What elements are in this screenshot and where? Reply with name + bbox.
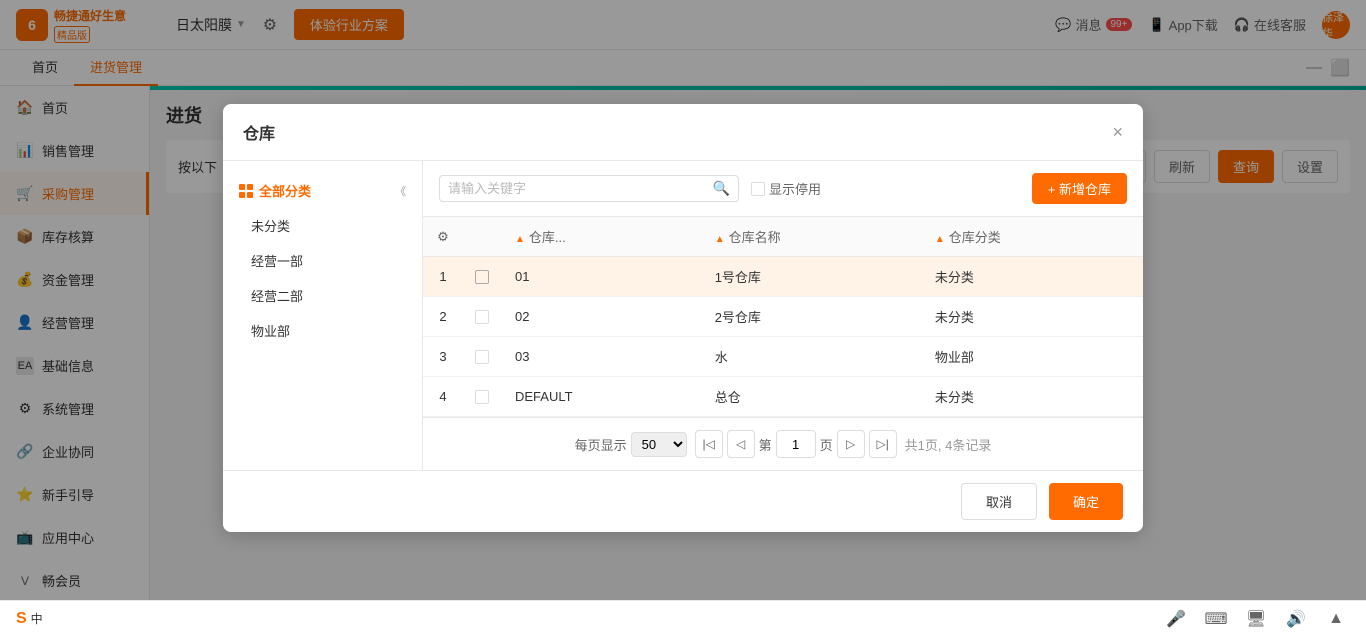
last-page-btn[interactable]: ▷| <box>869 430 897 458</box>
sort-icon-name: ▲ <box>715 234 725 245</box>
all-categories-header[interactable]: 全部分类 《 <box>223 173 422 208</box>
cell-name-3: 水 <box>703 337 923 377</box>
warehouse-dialog: 仓库 × 全部分类 《 未分类 <box>223 104 1143 532</box>
dialog-close-button[interactable]: × <box>1112 122 1123 143</box>
cell-num-4: 4 <box>423 377 463 417</box>
volume-icon[interactable]: 🔊 <box>1282 605 1310 633</box>
category-item-2[interactable]: 经营二部 <box>223 278 422 313</box>
page-size-selector: 每页显示 10 20 50 100 <box>575 432 687 457</box>
cell-check-3[interactable] <box>463 337 503 377</box>
cancel-button[interactable]: 取消 <box>961 483 1037 520</box>
cell-category-3: 物业部 <box>923 337 1143 377</box>
bottom-logo: S 中 <box>16 610 43 628</box>
prev-page-btn[interactable]: ◁ <box>727 430 755 458</box>
bottombar: S 中 🎤 ⌨ 🖥 🔊 ▲ <box>0 600 1366 636</box>
cell-name-4: 总仓 <box>703 377 923 417</box>
category-item-0[interactable]: 未分类 <box>223 208 422 243</box>
dialog-footer: 取消 确定 <box>223 470 1143 532</box>
total-info: 共1页, 4条记录 <box>905 435 992 454</box>
cell-code-1: 01 <box>503 257 703 297</box>
cell-category-1: 未分类 <box>923 257 1143 297</box>
search-box: 🔍 <box>439 175 739 202</box>
sort-icon-category: ▲ <box>935 234 945 245</box>
page-number-input[interactable] <box>776 430 816 458</box>
show-disabled-check[interactable] <box>751 182 765 196</box>
table-row[interactable]: 3 03 水 物业部 <box>423 337 1143 377</box>
dialog-body: 全部分类 《 未分类 经营一部 经营二部 物业部 <box>223 161 1143 470</box>
th-category[interactable]: ▲仓库分类 <box>923 217 1143 257</box>
search-icon[interactable]: 🔍 <box>713 180 730 197</box>
table-row[interactable]: 1 01 1号仓库 未分类 <box>423 257 1143 297</box>
table-row[interactable]: 2 02 2号仓库 未分类 <box>423 297 1143 337</box>
cell-num-1: 1 <box>423 257 463 297</box>
cell-category-2: 未分类 <box>923 297 1143 337</box>
next-page-btn[interactable]: ▷ <box>837 430 865 458</box>
display-icon[interactable]: 🖥 <box>1242 605 1270 633</box>
cell-code-2: 02 <box>503 297 703 337</box>
first-page-btn[interactable]: |◁ <box>695 430 723 458</box>
th-code[interactable]: ▲仓库... <box>503 217 703 257</box>
page-size-select[interactable]: 10 20 50 100 <box>631 432 687 457</box>
show-disabled-checkbox[interactable]: 显示停用 <box>751 179 821 198</box>
sort-icon-code: ▲ <box>515 234 525 245</box>
modal-overlay: 仓库 × 全部分类 《 未分类 <box>0 0 1366 636</box>
cell-check-1[interactable] <box>463 257 503 297</box>
page-nav: |◁ ◁ 第 页 ▷ ▷| <box>695 430 897 458</box>
cell-num-3: 3 <box>423 337 463 377</box>
cell-name-1: 1号仓库 <box>703 257 923 297</box>
sidebar-collapse-icon[interactable]: 《 <box>395 183 406 199</box>
th-checkbox <box>463 217 503 257</box>
table-header-row: ⚙ ▲仓库... ▲仓库名称 ▲仓库分类 <box>423 217 1143 257</box>
dialog-header: 仓库 × <box>223 104 1143 161</box>
pagination: 每页显示 10 20 50 100 |◁ ◁ 第 页 <box>423 417 1143 470</box>
cell-check-4[interactable] <box>463 377 503 417</box>
network-icon[interactable]: ▲ <box>1322 605 1350 633</box>
page-label: 第 <box>759 435 772 454</box>
add-warehouse-button[interactable]: + 新增仓库 <box>1032 173 1127 204</box>
category-item-3[interactable]: 物业部 <box>223 313 422 348</box>
cell-check-2[interactable] <box>463 297 503 337</box>
th-settings: ⚙ <box>423 217 463 257</box>
warehouse-table: ⚙ ▲仓库... ▲仓库名称 ▲仓库分类 1 01 <box>423 217 1143 417</box>
category-item-1[interactable]: 经营一部 <box>223 243 422 278</box>
page-size-label: 每页显示 <box>575 435 627 454</box>
cell-category-4: 未分类 <box>923 377 1143 417</box>
dialog-title: 仓库 <box>243 120 275 144</box>
all-categories-label: 全部分类 <box>259 181 311 200</box>
dialog-content: 🔍 显示停用 + 新增仓库 ⚙ <box>423 161 1143 470</box>
show-disabled-label: 显示停用 <box>769 179 821 198</box>
search-input[interactable] <box>448 181 707 196</box>
cell-name-2: 2号仓库 <box>703 297 923 337</box>
dialog-toolbar: 🔍 显示停用 + 新增仓库 <box>423 161 1143 217</box>
th-name[interactable]: ▲仓库名称 <box>703 217 923 257</box>
cell-code-3: 03 <box>503 337 703 377</box>
cell-num-2: 2 <box>423 297 463 337</box>
dialog-sidebar: 全部分类 《 未分类 经营一部 经营二部 物业部 <box>223 161 423 470</box>
page-suffix: 页 <box>820 435 833 454</box>
table-row[interactable]: 4 DEFAULT 总仓 未分类 <box>423 377 1143 417</box>
confirm-button[interactable]: 确定 <box>1049 483 1123 520</box>
grid-icon <box>239 184 253 198</box>
cell-code-4: DEFAULT <box>503 377 703 417</box>
keyboard-icon[interactable]: ⌨ <box>1202 605 1230 633</box>
mic-icon[interactable]: 🎤 <box>1162 605 1190 633</box>
